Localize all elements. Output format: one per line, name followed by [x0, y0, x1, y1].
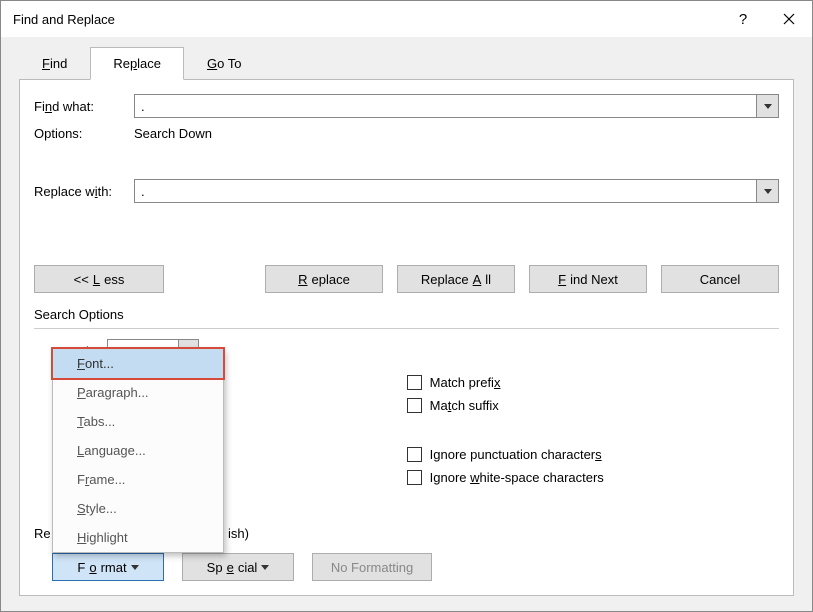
help-button[interactable]: ?	[720, 1, 766, 37]
replace-button[interactable]: Replace	[265, 265, 383, 293]
match-prefix-label: Match prefix	[430, 375, 501, 390]
find-next-button[interactable]: Find Next	[529, 265, 647, 293]
menu-item-paragraph[interactable]: Paragraph...	[53, 378, 223, 407]
menu-item-frame[interactable]: Frame...	[53, 465, 223, 494]
checkbox-box	[407, 375, 422, 390]
find-what-dropdown[interactable]	[756, 95, 778, 117]
dialog-panel: Find what: Options: Search Down Replace …	[19, 79, 794, 596]
find-replace-dialog: Find and Replace ? FinFindd ReplaceRepla…	[0, 0, 813, 612]
find-what-input[interactable]	[135, 95, 756, 117]
dialog-title: Find and Replace	[13, 12, 720, 27]
close-button[interactable]	[766, 1, 812, 37]
replace-with-label: Replace with:	[34, 184, 134, 199]
ignore-punct-label: Ignore punctuation characters	[430, 447, 602, 462]
tab-find[interactable]: FinFindd	[19, 47, 90, 80]
menu-item-font[interactable]: Font...	[53, 349, 223, 378]
tabstrip: FinFindd ReplaceReplace Go ToGo To	[1, 37, 812, 80]
menu-item-highlight[interactable]: Highlight	[53, 523, 223, 552]
match-suffix-checkbox[interactable]: Match suffix	[407, 398, 779, 413]
caret-down-icon	[261, 565, 269, 570]
format-popup-menu: Font... Paragraph... Tabs... Language...…	[52, 348, 224, 553]
tab-goto[interactable]: Go ToGo To	[184, 47, 264, 80]
menu-item-style[interactable]: Style...	[53, 494, 223, 523]
ignore-punct-checkbox[interactable]: Ignore punctuation characters	[407, 447, 779, 462]
checkbox-box	[407, 398, 422, 413]
checkbox-box	[407, 470, 422, 485]
search-options-title: Search Options	[34, 307, 779, 322]
format-button[interactable]: Format	[52, 553, 164, 581]
options-value: Search Down	[134, 126, 212, 141]
special-button[interactable]: Special	[182, 553, 294, 581]
menu-item-language[interactable]: Language...	[53, 436, 223, 465]
replace-with-input[interactable]	[135, 180, 756, 202]
close-icon	[783, 13, 795, 25]
options-label: Options:	[34, 126, 134, 141]
sounds-like-suffix: ish)	[228, 526, 249, 541]
bottom-button-row: Format Special No Formatting	[52, 553, 432, 581]
chevron-down-icon	[764, 189, 772, 194]
main-button-row: << Less Replace Replace All Find Next Ca…	[34, 265, 779, 293]
no-formatting-button[interactable]: No Formatting	[312, 553, 432, 581]
help-icon: ?	[739, 11, 747, 28]
replace-with-dropdown[interactable]	[756, 180, 778, 202]
titlebar: Find and Replace ?	[1, 1, 812, 37]
tab-replace[interactable]: ReplaceReplace	[90, 47, 184, 80]
chevron-down-icon	[764, 104, 772, 109]
replace-with-combo[interactable]	[134, 179, 779, 203]
find-what-combo[interactable]	[134, 94, 779, 118]
caret-down-icon	[131, 565, 139, 570]
match-prefix-checkbox[interactable]: Match prefix	[407, 375, 779, 390]
less-button[interactable]: << Less	[34, 265, 164, 293]
match-suffix-label: Match suffix	[430, 398, 499, 413]
ignore-ws-label: Ignore white-space characters	[430, 470, 604, 485]
cancel-button[interactable]: Cancel	[661, 265, 779, 293]
replace-section-label: Re	[34, 526, 51, 541]
checkbox-box	[407, 447, 422, 462]
find-what-label: Find what:	[34, 99, 134, 114]
ignore-ws-checkbox[interactable]: Ignore white-space characters	[407, 470, 779, 485]
menu-item-tabs[interactable]: Tabs...	[53, 407, 223, 436]
replace-all-button[interactable]: Replace All	[397, 265, 515, 293]
